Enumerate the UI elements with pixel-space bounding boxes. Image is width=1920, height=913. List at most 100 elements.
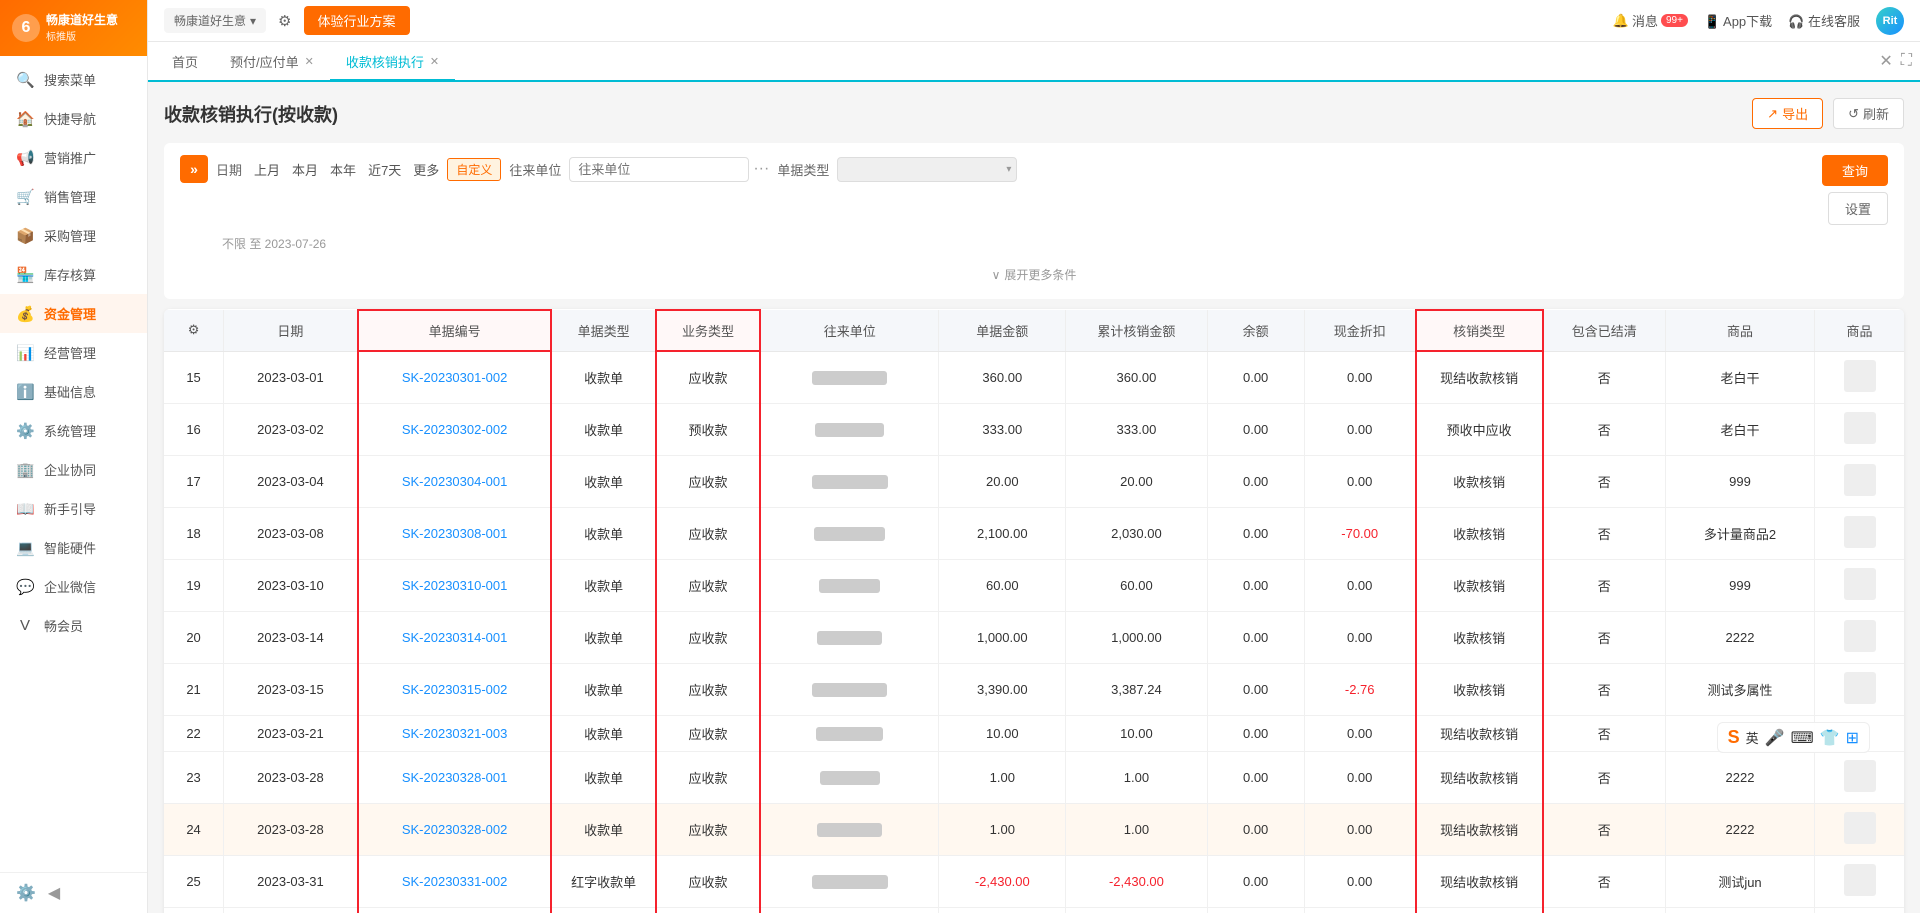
order-no-link[interactable]: SK-20230321-003 bbox=[402, 726, 508, 741]
sidebar-item-finance[interactable]: 💰 资金管理 bbox=[0, 294, 147, 333]
order-no-cell: SK-20230308-001 bbox=[358, 507, 552, 559]
row-balance: 0.00 bbox=[1207, 507, 1304, 559]
order-type-select[interactable] bbox=[837, 157, 1017, 182]
write-type-cell: 现结收款核销 bbox=[1416, 751, 1543, 803]
row-date: 2023-03-28 bbox=[224, 803, 358, 855]
order-no-link[interactable]: SK-20230304-001 bbox=[402, 474, 508, 489]
order-no-cell: SK-20230301-002 bbox=[358, 351, 552, 403]
th-write-type: 核销类型 bbox=[1416, 310, 1543, 351]
expand-more-label: 展开更多条件 bbox=[1004, 266, 1076, 283]
settings-gear-icon[interactable]: ⚙ bbox=[278, 12, 291, 30]
order-no-link[interactable]: SK-20230328-001 bbox=[402, 770, 508, 785]
date-custom-button[interactable]: 自定义 bbox=[447, 158, 501, 181]
biz-type-cell: 应收款 bbox=[656, 751, 760, 803]
query-button[interactable]: 查询 bbox=[1822, 155, 1888, 186]
logo-sub: 标推版 bbox=[46, 28, 118, 43]
filter-expand-button[interactable]: » bbox=[180, 155, 208, 183]
sidebar-item-wechat[interactable]: 💬 企业微信 bbox=[0, 567, 147, 606]
th-goods2: 商品 bbox=[1815, 310, 1905, 351]
sidebar-item-guide[interactable]: 📖 新手引导 bbox=[0, 489, 147, 528]
sidebar-item-operations[interactable]: 📊 经营管理 bbox=[0, 333, 147, 372]
sidebar-item-enterprise[interactable]: 🏢 企业协同 bbox=[0, 450, 147, 489]
date-option-7days[interactable]: 近7天 bbox=[364, 158, 405, 181]
order-no-link[interactable]: SK-20230302-002 bbox=[402, 422, 508, 437]
guide-icon: 📖 bbox=[16, 500, 34, 518]
th-settings[interactable]: ⚙ bbox=[164, 310, 224, 351]
order-no-link[interactable]: SK-20230328-002 bbox=[402, 822, 508, 837]
app-download-link[interactable]: 📱 App下载 bbox=[1704, 11, 1772, 30]
row-discount: 0.00 bbox=[1304, 907, 1416, 913]
row-balance: 0.00 bbox=[1207, 559, 1304, 611]
tab-close-icon[interactable]: ✕ bbox=[430, 55, 439, 68]
table-header-row: ⚙ 日期 单据编号 单据类型 业务类型 往来单位 单据金额 累计核销金额 余额 … bbox=[164, 310, 1904, 351]
industry-solution-button[interactable]: 体验行业方案 bbox=[304, 6, 410, 35]
row-goods: 多计量商品2 bbox=[1665, 507, 1814, 559]
sidebar-item-inventory[interactable]: 🏪 库存核算 bbox=[0, 255, 147, 294]
biz-type-cell: 应收款 bbox=[656, 455, 760, 507]
settings-icon[interactable]: ⚙️ bbox=[16, 883, 36, 903]
order-no-link[interactable]: SK-20230331-002 bbox=[402, 874, 508, 889]
tab-bar: 首页 预付/应付单 ✕ 收款核销执行 ✕ ✕ ⛶ bbox=[148, 42, 1920, 82]
order-no-link[interactable]: SK-20230314-001 bbox=[402, 630, 508, 645]
column-settings-icon[interactable]: ⚙ bbox=[188, 322, 200, 337]
company-dropdown[interactable]: 畅康道好生意 ▾ bbox=[164, 8, 266, 33]
date-option-last-month[interactable]: 上月 bbox=[250, 158, 284, 181]
partner-more-icon[interactable]: ··· bbox=[753, 160, 769, 178]
tab-home[interactable]: 首页 bbox=[156, 44, 214, 81]
sidebar-item-marketing[interactable]: 📢 营销推广 bbox=[0, 138, 147, 177]
partner-input[interactable] bbox=[569, 157, 749, 182]
th-write-off: 累计核销金额 bbox=[1066, 310, 1208, 351]
enterprise-icon: 🏢 bbox=[16, 461, 34, 479]
user-avatar[interactable]: Rit bbox=[1876, 7, 1904, 35]
row-balance: 0.00 bbox=[1207, 663, 1304, 715]
date-option-this-month[interactable]: 本月 bbox=[288, 158, 322, 181]
sidebar-item-system[interactable]: ⚙️ 系统管理 bbox=[0, 411, 147, 450]
row-amount: 1.00 bbox=[939, 803, 1066, 855]
notification-button[interactable]: 🔔 消息 99+ bbox=[1613, 11, 1688, 30]
sidebar-item-hardware[interactable]: 💻 智能硬件 bbox=[0, 528, 147, 567]
order-no-link[interactable]: SK-20230308-001 bbox=[402, 526, 508, 541]
hardware-icon: 💻 bbox=[16, 539, 34, 557]
date-option-this-year[interactable]: 本年 bbox=[326, 158, 360, 181]
row-goods: 老白干 bbox=[1665, 351, 1814, 403]
date-option-more[interactable]: 更多 bbox=[409, 158, 443, 181]
row-include: 否 bbox=[1543, 559, 1666, 611]
close-window-icon[interactable]: ✕ bbox=[1879, 51, 1892, 71]
row-date: 2023-03-21 bbox=[224, 715, 358, 751]
sidebar-item-member[interactable]: V 畅会员 bbox=[0, 606, 147, 645]
order-no-cell: SK-20230328-002 bbox=[358, 803, 552, 855]
write-type-cell: 现结收款核销 bbox=[1416, 715, 1543, 751]
row-sn: 19 bbox=[164, 559, 224, 611]
row-goods2 bbox=[1815, 507, 1905, 559]
row-partner bbox=[760, 751, 939, 803]
order-no-link[interactable]: SK-20230315-002 bbox=[402, 682, 508, 697]
sidebar-item-purchase[interactable]: 📦 采购管理 bbox=[0, 216, 147, 255]
row-order-type: 收款单 bbox=[551, 507, 655, 559]
row-discount: 0.00 bbox=[1304, 351, 1416, 403]
order-no-link[interactable]: SK-20230310-001 bbox=[402, 578, 508, 593]
sidebar: 6 畅康道好生意 标推版 🔍 搜索菜单 🏠 快捷导航 📢 营销推广 🛒 销售管理… bbox=[0, 0, 148, 913]
online-service-link[interactable]: 🎧 在线客服 bbox=[1788, 11, 1860, 30]
sidebar-item-search[interactable]: 🔍 搜索菜单 bbox=[0, 60, 147, 99]
expand-more-button[interactable]: ∨ 展开更多条件 bbox=[180, 262, 1888, 287]
row-balance: 0.00 bbox=[1207, 855, 1304, 907]
collapse-icon[interactable]: ◀ bbox=[48, 883, 60, 903]
order-no-cell: SK-20230403-002 bbox=[358, 907, 552, 913]
write-type-cell: 收款核销 bbox=[1416, 455, 1543, 507]
order-no-link[interactable]: SK-20230301-002 bbox=[402, 370, 508, 385]
export-button[interactable]: ↗ 导出 bbox=[1752, 98, 1823, 129]
sidebar-item-basic[interactable]: ℹ️ 基础信息 bbox=[0, 372, 147, 411]
refresh-button[interactable]: ↺ 刷新 bbox=[1833, 98, 1904, 129]
row-order-type: 收款单 bbox=[551, 559, 655, 611]
sidebar-item-quick-nav[interactable]: 🏠 快捷导航 bbox=[0, 99, 147, 138]
tab-payable[interactable]: 预付/应付单 ✕ bbox=[214, 44, 330, 81]
maximize-icon[interactable]: ⛶ bbox=[1901, 52, 1912, 70]
filter-settings-button[interactable]: 设置 bbox=[1828, 192, 1888, 225]
tab-writeoff[interactable]: 收款核销执行 ✕ bbox=[330, 44, 455, 81]
row-partner bbox=[760, 663, 939, 715]
sidebar-item-sales[interactable]: 🛒 销售管理 bbox=[0, 177, 147, 216]
write-type-cell: 预收款核销 bbox=[1416, 907, 1543, 913]
tab-close-icon[interactable]: ✕ bbox=[305, 55, 314, 68]
logo-name: 畅康道好生意 bbox=[46, 13, 118, 29]
row-write-off: 2,030.00 bbox=[1066, 507, 1208, 559]
